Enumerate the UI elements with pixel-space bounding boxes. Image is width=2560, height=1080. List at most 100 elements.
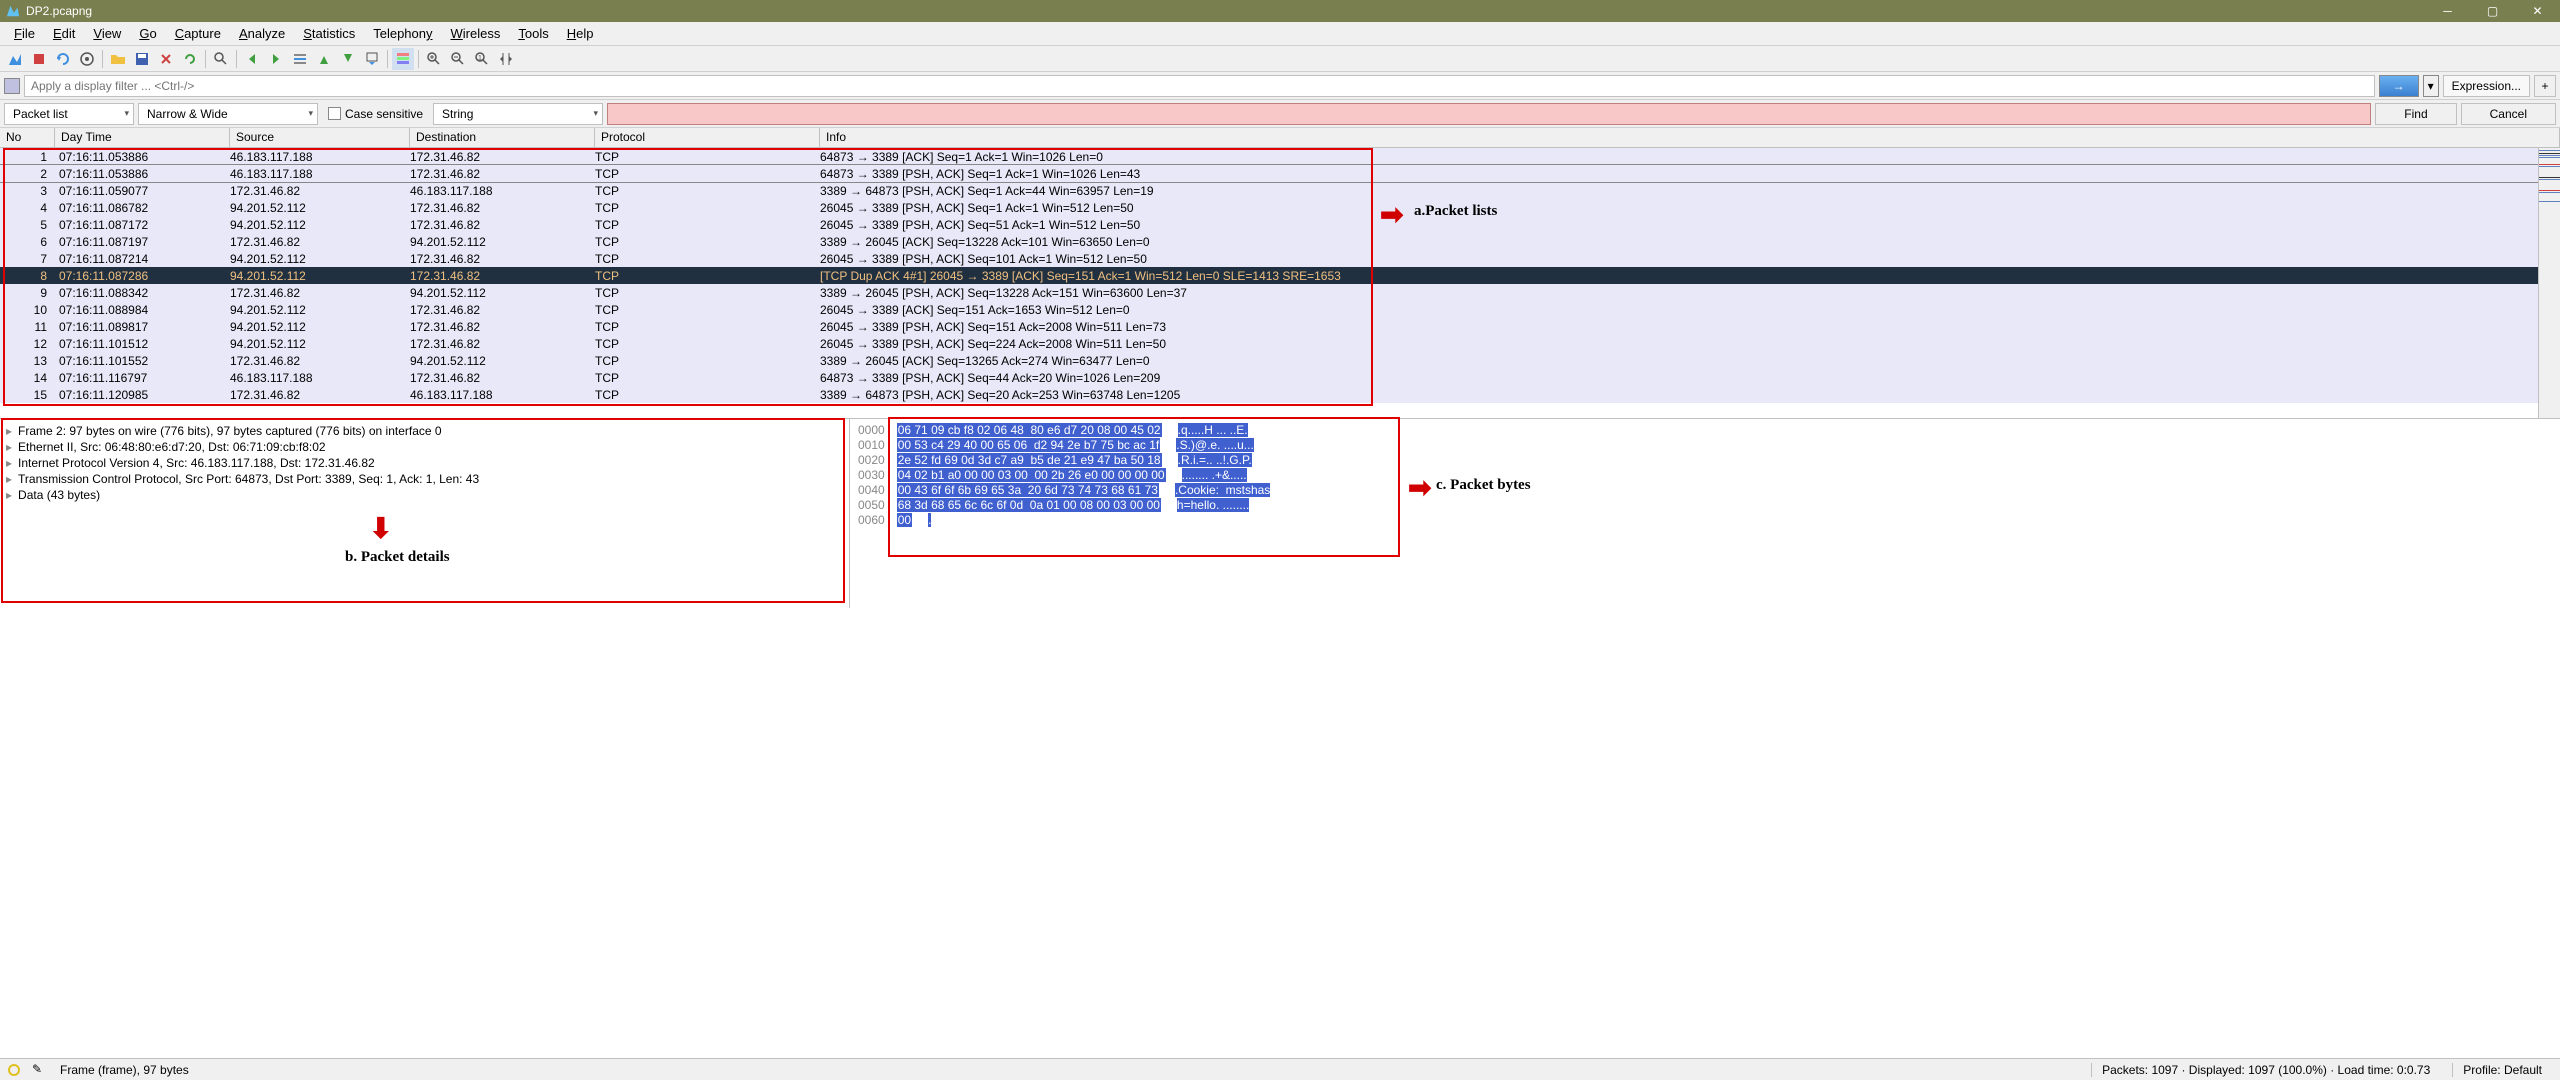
table-row[interactable]: 507:16:11.08717294.201.52.112172.31.46.8… bbox=[0, 216, 2560, 233]
packet-details-pane[interactable]: Frame 2: 97 bytes on wire (776 bits), 97… bbox=[0, 419, 850, 608]
go-back-icon[interactable] bbox=[241, 48, 263, 70]
status-packets: Packets: 1097 · Displayed: 1097 (100.0%)… bbox=[2091, 1063, 2440, 1077]
table-row[interactable]: 1007:16:11.08898494.201.52.112172.31.46.… bbox=[0, 301, 2560, 318]
cancel-button[interactable]: Cancel bbox=[2461, 103, 2556, 125]
search-type-combo[interactable]: String bbox=[433, 103, 603, 125]
titlebar: DP2.pcapng ─ ▢ ✕ bbox=[0, 0, 2560, 22]
hex-line[interactable]: 001000 53 c4 29 40 00 65 06 d2 94 2e b7 … bbox=[858, 438, 2552, 453]
toolbar: 1 bbox=[0, 46, 2560, 72]
go-first-icon[interactable] bbox=[313, 48, 335, 70]
col-no[interactable]: No bbox=[0, 128, 55, 147]
apply-filter-button[interactable]: → bbox=[2379, 75, 2419, 97]
annotation-a: a.Packet lists bbox=[1414, 203, 1497, 220]
close-file-icon[interactable] bbox=[155, 48, 177, 70]
go-last-icon[interactable] bbox=[337, 48, 359, 70]
table-row[interactable]: 207:16:11.05388646.183.117.188172.31.46.… bbox=[0, 165, 2560, 182]
statusbar: ✎ Frame (frame), 97 bytes Packets: 1097 … bbox=[0, 1058, 2560, 1080]
menubar: File Edit View Go Capture Analyze Statis… bbox=[0, 22, 2560, 46]
find-packet-icon[interactable] bbox=[210, 48, 232, 70]
stop-capture-icon[interactable] bbox=[28, 48, 50, 70]
go-to-packet-icon[interactable] bbox=[289, 48, 311, 70]
detail-line[interactable]: Ethernet II, Src: 06:48:80:e6:d7:20, Dst… bbox=[4, 439, 845, 455]
hex-line[interactable]: 003004 02 b1 a0 00 00 03 00 00 2b 26 e0 … bbox=[858, 468, 2552, 483]
maximize-button[interactable]: ▢ bbox=[2470, 0, 2515, 22]
close-button[interactable]: ✕ bbox=[2515, 0, 2560, 22]
packet-list-pane: 107:16:11.05388646.183.117.188172.31.46.… bbox=[0, 148, 2560, 418]
detail-line[interactable]: Data (43 bytes) bbox=[4, 487, 845, 503]
detail-line[interactable]: Internet Protocol Version 4, Src: 46.183… bbox=[4, 455, 845, 471]
charset-combo[interactable]: Narrow & Wide bbox=[138, 103, 318, 125]
table-row[interactable]: 1107:16:11.08981794.201.52.112172.31.46.… bbox=[0, 318, 2560, 335]
hex-line[interactable]: 000006 71 09 cb f8 02 06 48 80 e6 d7 20 … bbox=[858, 423, 2552, 438]
minimap-scrollbar[interactable] bbox=[2538, 148, 2560, 418]
colorize-icon[interactable] bbox=[392, 48, 414, 70]
filter-dropdown[interactable]: ▾ bbox=[2423, 75, 2439, 97]
reload-icon[interactable] bbox=[179, 48, 201, 70]
display-filter-input[interactable] bbox=[24, 75, 2375, 97]
table-row[interactable]: 1407:16:11.11679746.183.117.188172.31.46… bbox=[0, 369, 2560, 386]
column-header: No Day Time Source Destination Protocol … bbox=[0, 128, 2560, 148]
annotation-c: c. Packet bytes bbox=[1436, 477, 1531, 494]
zoom-reset-icon[interactable]: 1 bbox=[471, 48, 493, 70]
menu-analyze[interactable]: Analyze bbox=[231, 23, 293, 44]
col-src[interactable]: Source bbox=[230, 128, 410, 147]
start-capture-icon[interactable] bbox=[4, 48, 26, 70]
minimize-button[interactable]: ─ bbox=[2425, 0, 2470, 22]
add-filter-button[interactable]: + bbox=[2534, 75, 2556, 97]
annotation-b: b. Packet details bbox=[345, 549, 450, 566]
expert-info-icon[interactable] bbox=[8, 1064, 20, 1076]
zoom-out-icon[interactable] bbox=[447, 48, 469, 70]
menu-view[interactable]: View bbox=[85, 23, 129, 44]
case-sensitive-checkbox[interactable]: Case sensitive bbox=[322, 107, 429, 121]
menu-tools[interactable]: Tools bbox=[510, 23, 556, 44]
zoom-in-icon[interactable] bbox=[423, 48, 445, 70]
search-in-combo[interactable]: Packet list bbox=[4, 103, 134, 125]
window-title: DP2.pcapng bbox=[26, 4, 92, 18]
menu-help[interactable]: Help bbox=[559, 23, 602, 44]
hex-line[interactable]: 005068 3d 68 65 6c 6c 6f 0d 0a 01 00 08 … bbox=[858, 498, 2552, 513]
table-row[interactable]: 707:16:11.08721494.201.52.112172.31.46.8… bbox=[0, 250, 2560, 267]
detail-line[interactable]: Frame 2: 97 bytes on wire (776 bits), 97… bbox=[4, 423, 845, 439]
table-row[interactable]: 1307:16:11.101552172.31.46.8294.201.52.1… bbox=[0, 352, 2560, 369]
bookmark-icon[interactable] bbox=[4, 78, 20, 94]
table-row[interactable]: 607:16:11.087197172.31.46.8294.201.52.11… bbox=[0, 233, 2560, 250]
search-input[interactable] bbox=[607, 103, 2371, 125]
menu-telephony[interactable]: Telephony bbox=[365, 23, 440, 44]
table-row[interactable]: 307:16:11.059077172.31.46.8246.183.117.1… bbox=[0, 182, 2560, 199]
table-row[interactable]: 907:16:11.088342172.31.46.8294.201.52.11… bbox=[0, 284, 2560, 301]
col-proto[interactable]: Protocol bbox=[595, 128, 820, 147]
menu-capture[interactable]: Capture bbox=[167, 23, 229, 44]
table-row[interactable]: 1507:16:11.120985172.31.46.8246.183.117.… bbox=[0, 386, 2560, 403]
hex-line[interactable]: 006000. bbox=[858, 513, 2552, 528]
capture-options-icon[interactable] bbox=[76, 48, 98, 70]
go-forward-icon[interactable] bbox=[265, 48, 287, 70]
menu-edit[interactable]: Edit bbox=[45, 23, 83, 44]
save-file-icon[interactable] bbox=[131, 48, 153, 70]
packet-bytes-pane[interactable]: 000006 71 09 cb f8 02 06 48 80 e6 d7 20 … bbox=[850, 419, 2560, 608]
table-row[interactable]: 1207:16:11.10151294.201.52.112172.31.46.… bbox=[0, 335, 2560, 352]
hex-line[interactable]: 00202e 52 fd 69 0d 3d c7 a9 b5 de 21 e9 … bbox=[858, 453, 2552, 468]
detail-line[interactable]: Transmission Control Protocol, Src Port:… bbox=[4, 471, 845, 487]
table-row[interactable]: 407:16:11.08678294.201.52.112172.31.46.8… bbox=[0, 199, 2560, 216]
search-bar: Packet list Narrow & Wide Case sensitive… bbox=[0, 100, 2560, 128]
col-info[interactable]: Info bbox=[820, 128, 2560, 147]
col-dst[interactable]: Destination bbox=[410, 128, 595, 147]
hex-line[interactable]: 004000 43 6f 6f 6b 69 65 3a 20 6d 73 74 … bbox=[858, 483, 2552, 498]
restart-capture-icon[interactable] bbox=[52, 48, 74, 70]
menu-wireless[interactable]: Wireless bbox=[443, 23, 509, 44]
table-row[interactable]: 807:16:11.08728694.201.52.112172.31.46.8… bbox=[0, 267, 2560, 284]
status-frame: Frame (frame), 97 bytes bbox=[60, 1063, 189, 1077]
status-profile[interactable]: Profile: Default bbox=[2452, 1063, 2552, 1077]
menu-statistics[interactable]: Statistics bbox=[295, 23, 363, 44]
app-icon bbox=[6, 4, 20, 18]
edit-icon[interactable]: ✎ bbox=[32, 1062, 48, 1078]
resize-columns-icon[interactable] bbox=[495, 48, 517, 70]
menu-file[interactable]: File bbox=[6, 23, 43, 44]
table-row[interactable]: 107:16:11.05388646.183.117.188172.31.46.… bbox=[0, 148, 2560, 165]
auto-scroll-icon[interactable] bbox=[361, 48, 383, 70]
find-button[interactable]: Find bbox=[2375, 103, 2456, 125]
open-file-icon[interactable] bbox=[107, 48, 129, 70]
expression-button[interactable]: Expression... bbox=[2443, 75, 2530, 97]
col-time[interactable]: Day Time bbox=[55, 128, 230, 147]
menu-go[interactable]: Go bbox=[131, 23, 164, 44]
